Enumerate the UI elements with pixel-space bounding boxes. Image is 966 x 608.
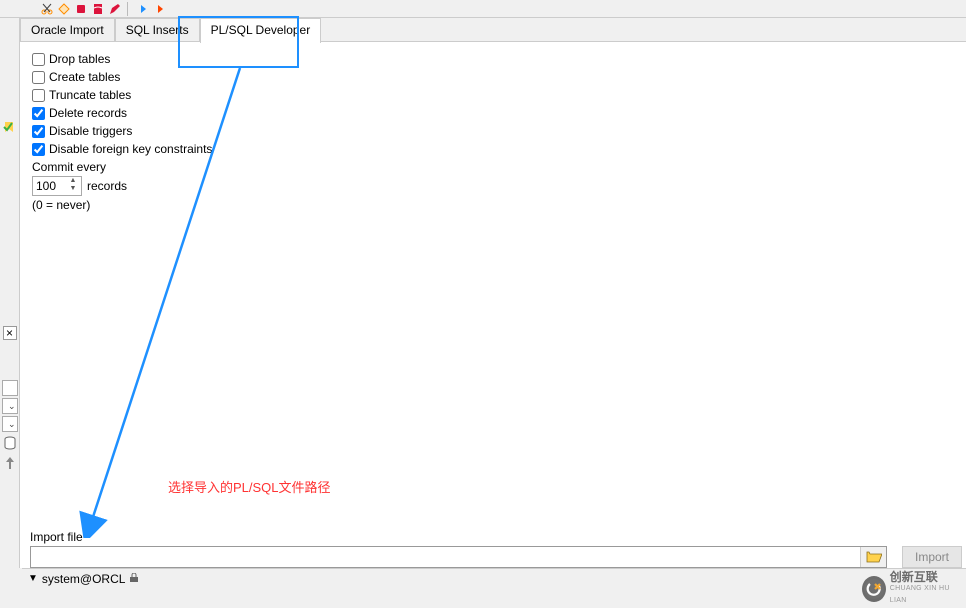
database-icon[interactable] — [1, 434, 19, 452]
main-panel: Oracle Import SQL Inserts PL/SQL Develop… — [20, 18, 966, 568]
never-note: (0 = never) — [32, 198, 954, 212]
edit-icon[interactable] — [108, 2, 122, 16]
options-panel: Drop tables Create tables Truncate table… — [20, 42, 966, 222]
arrow-blue-icon[interactable] — [133, 2, 147, 16]
tab-oracle-import[interactable]: Oracle Import — [20, 18, 115, 41]
checkbox-input[interactable] — [32, 143, 45, 156]
watermark-text: 创新互联 CHUANG XIN HU LIAN — [890, 571, 962, 607]
checkbox-drop-tables[interactable]: Drop tables — [32, 52, 954, 66]
checkbox-disable-triggers[interactable]: Disable triggers — [32, 124, 954, 138]
button-label: Import — [915, 550, 949, 564]
empty-box[interactable] — [2, 380, 18, 396]
tab-sql-inserts[interactable]: SQL Inserts — [115, 18, 200, 41]
cut-icon[interactable] — [40, 2, 54, 16]
commit-value-input-wrap: ▲ ▼ — [32, 176, 82, 196]
tab-label: Oracle Import — [31, 23, 104, 37]
file-input-wrap — [30, 546, 887, 568]
tab-label: PL/SQL Developer — [211, 23, 311, 37]
annotation-text: 选择导入的PL/SQL文件路径 — [168, 477, 331, 496]
tab-label: SQL Inserts — [126, 23, 189, 37]
checkbox-input[interactable] — [32, 125, 45, 138]
checkbox-label: Disable foreign key constraints — [49, 142, 212, 156]
spinner-down[interactable]: ▼ — [68, 186, 78, 194]
chevron-down-icon: ⌄ — [8, 419, 16, 430]
commit-every-label: Commit every — [32, 160, 954, 174]
checkbox-label: Delete records — [49, 106, 127, 120]
tab-plsql-developer[interactable]: PL/SQL Developer — [200, 18, 322, 43]
checkbox-disable-fk[interactable]: Disable foreign key constraints — [32, 142, 954, 156]
status-bar: ▼ system@ORCL — [22, 568, 966, 588]
checkbox-create-tables[interactable]: Create tables — [32, 70, 954, 84]
import-file-label: Import file — [30, 530, 966, 544]
checkbox-input[interactable] — [32, 71, 45, 84]
import-button[interactable]: Import — [902, 546, 962, 568]
status-connection: system@ORCL — [42, 572, 126, 586]
spinner: ▲ ▼ — [68, 178, 78, 194]
tabs-bar: Oracle Import SQL Inserts PL/SQL Develop… — [20, 18, 966, 42]
checkbox-input[interactable] — [32, 89, 45, 102]
diamond-icon[interactable] — [57, 2, 71, 16]
script-icon[interactable] — [91, 2, 105, 16]
dropdown-1[interactable]: ⌄ — [2, 398, 18, 414]
bookmark-check-icon[interactable] — [1, 118, 19, 136]
watermark-en: CHUANG XIN HU LIAN — [890, 583, 962, 607]
checkbox-truncate-tables[interactable]: Truncate tables — [32, 88, 954, 102]
watermark: 创新互联 CHUANG XIN HU LIAN — [862, 574, 962, 604]
top-toolbar — [0, 0, 966, 18]
import-file-input[interactable] — [31, 547, 860, 567]
checkbox-label: Create tables — [49, 70, 120, 84]
records-label: records — [87, 179, 127, 193]
import-area: Import file Import — [30, 530, 966, 568]
dropdown-2[interactable]: ⌄ — [2, 416, 18, 432]
browse-button[interactable] — [860, 547, 886, 567]
close-button[interactable]: × — [3, 326, 17, 340]
status-dropdown-icon[interactable]: ▼ — [28, 573, 38, 584]
left-sidebar: × ⌄ ⌄ — [0, 18, 20, 568]
watermark-cn: 创新互联 — [890, 571, 962, 583]
checkbox-label: Disable triggers — [49, 124, 132, 138]
import-row: Import — [30, 546, 966, 568]
checkbox-label: Drop tables — [49, 52, 110, 66]
toolbar-separator — [127, 2, 128, 16]
checkbox-label: Truncate tables — [49, 88, 131, 102]
arrow-up-icon[interactable] — [1, 454, 19, 472]
commit-value-input[interactable] — [36, 179, 66, 193]
red-seal-icon[interactable] — [74, 2, 88, 16]
chevron-down-icon: ⌄ — [8, 401, 16, 412]
watermark-badge — [862, 576, 886, 602]
checkbox-input[interactable] — [32, 107, 45, 120]
checkbox-delete-records[interactable]: Delete records — [32, 106, 954, 120]
folder-open-icon — [866, 550, 882, 564]
connection-lock-icon — [129, 572, 139, 586]
commit-row: ▲ ▼ records — [32, 176, 954, 196]
arrow-orange-icon[interactable] — [150, 2, 164, 16]
checkbox-input[interactable] — [32, 53, 45, 66]
